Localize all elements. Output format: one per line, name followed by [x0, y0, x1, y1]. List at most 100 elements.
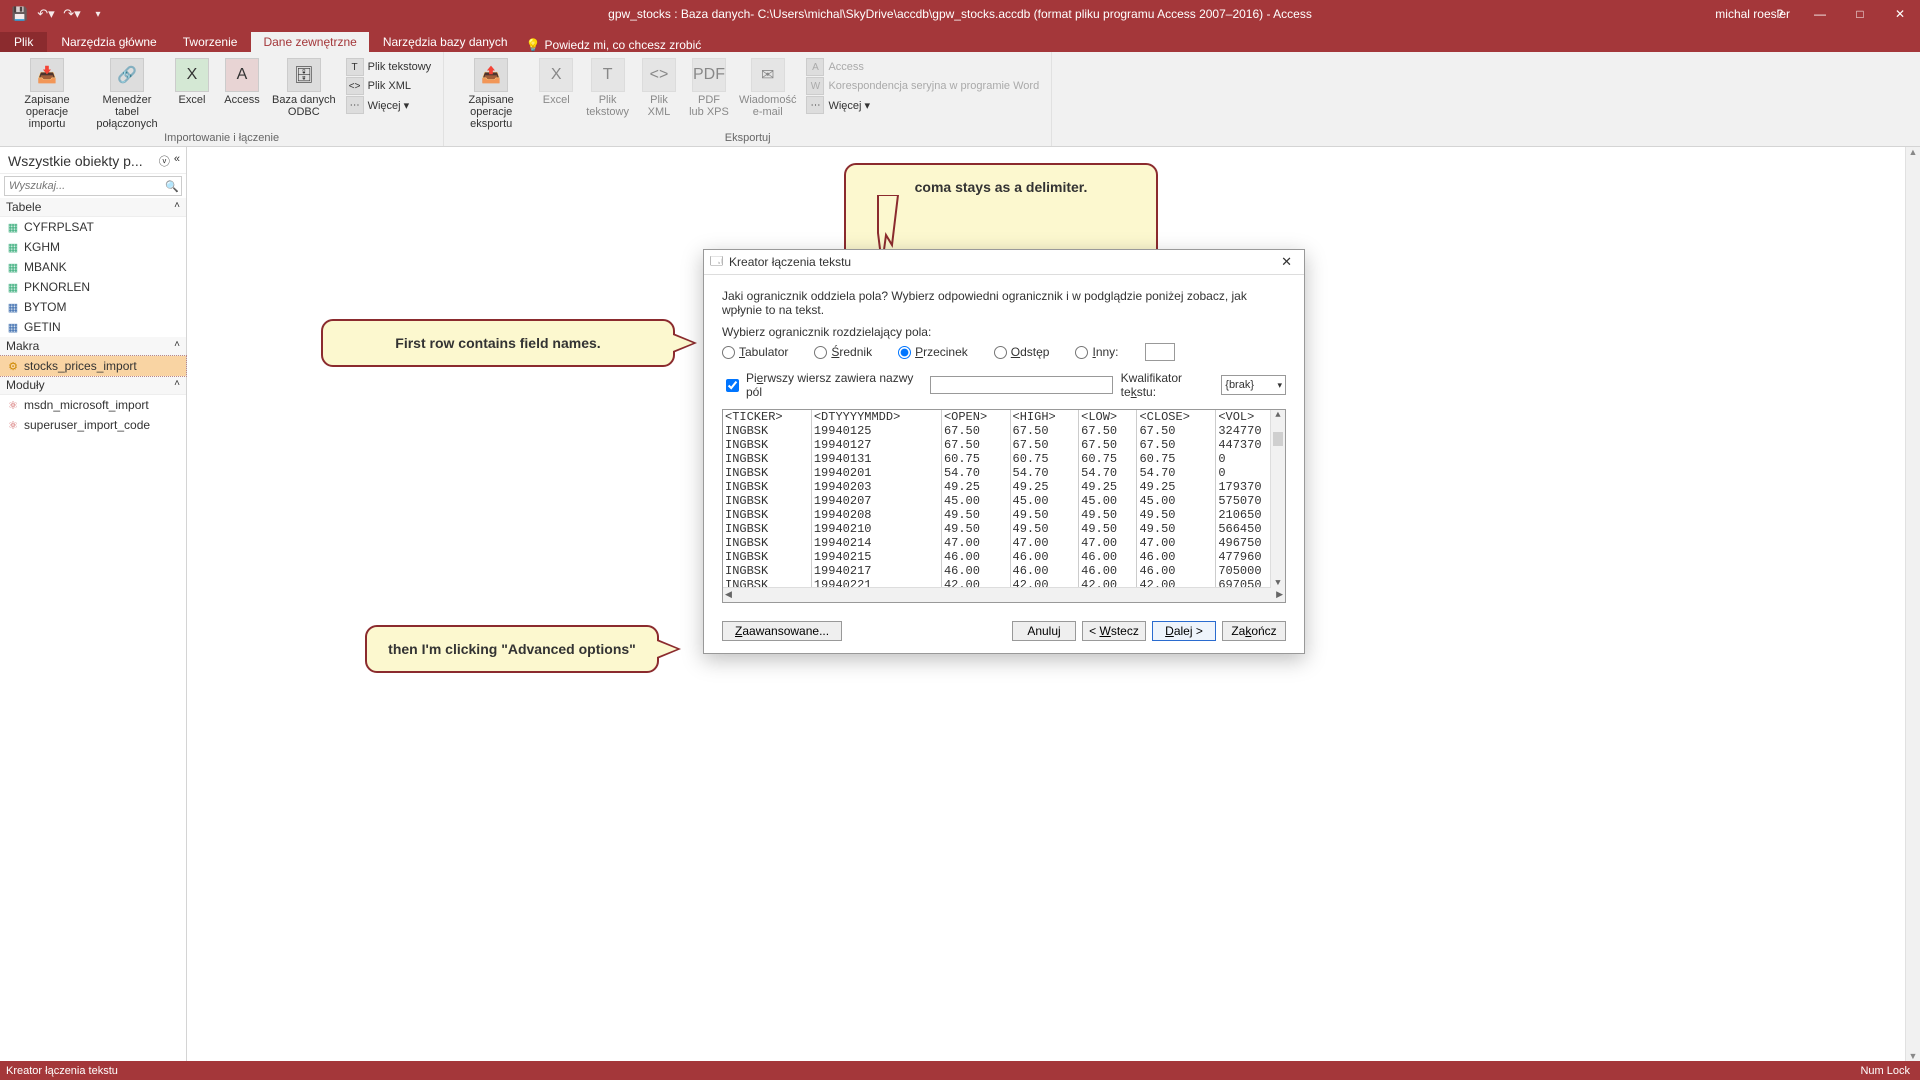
nav-module-item[interactable]: ⚛msdn_microsoft_import — [0, 395, 186, 415]
firstrow-textbox[interactable] — [930, 376, 1112, 394]
back-button[interactable]: < Wstecz — [1082, 621, 1146, 641]
linked-table-manager-button[interactable]: 🔗Menedżer tabel połączonych — [88, 56, 166, 144]
grid-cell: 47.00 — [1079, 536, 1137, 550]
export-xml-button[interactable]: <>Plik XML — [635, 56, 683, 144]
nav-table-item[interactable]: ▦MBANK — [0, 257, 186, 277]
nav-search[interactable]: 🔍 — [4, 176, 182, 196]
nav-group-modules[interactable]: Moduły˄ — [0, 376, 186, 395]
cancel-button[interactable]: Anuluj — [1012, 621, 1076, 641]
radio-tab[interactable]: Tabulator — [722, 345, 788, 359]
export-wordmerge-button: WKorespondencja seryjna w programie Word — [806, 77, 1039, 95]
dialog-close-button[interactable]: ✕ — [1275, 254, 1298, 270]
grid-cell: INGBSK — [723, 424, 811, 438]
tab-file[interactable]: Plik — [0, 32, 47, 52]
dialog-question: Jaki ogranicznik oddziela pola? Wybierz … — [722, 289, 1286, 317]
import-access-button[interactable]: AAccess — [218, 56, 266, 144]
maximize-icon[interactable]: □ — [1840, 0, 1880, 28]
nav-table-item[interactable]: ▦CYFRPLSAT — [0, 217, 186, 237]
tab-home[interactable]: Narzędzia główne — [49, 32, 168, 52]
qat-customize-icon[interactable]: ▾ — [86, 2, 110, 26]
grid-cell: 49.25 — [941, 480, 1010, 494]
undo-icon[interactable]: ↶▾ — [34, 2, 58, 26]
nav-search-input[interactable] — [5, 179, 163, 193]
import-excel-button[interactable]: XExcel — [168, 56, 216, 144]
nav-table-item[interactable]: ▦KGHM — [0, 237, 186, 257]
import-more-label: Więcej ▾ — [368, 99, 410, 112]
nav-group-tables-label: Tabele — [6, 200, 41, 214]
text-link-wizard-dialog: 🗔Kreator łączenia tekstu ✕ Jaki ogranicz… — [703, 249, 1305, 654]
first-row-header-checkbox[interactable]: Pierwszy wiersz zawiera nazwy pól — [722, 371, 922, 399]
search-icon[interactable]: 🔍 — [163, 180, 181, 193]
grid-cell: 49.50 — [1010, 508, 1079, 522]
grid-cell: INGBSK — [723, 550, 811, 564]
redo-icon[interactable]: ↷▾ — [60, 2, 84, 26]
import-xml-button[interactable]: <>Plik XML — [346, 77, 432, 95]
radio-space[interactable]: Odstęp — [994, 345, 1050, 359]
nav-table-item[interactable]: ▦GETIN — [0, 317, 186, 337]
vertical-scrollbar[interactable]: ▲▼ — [1905, 147, 1920, 1061]
other-delimiter-input[interactable] — [1145, 343, 1175, 361]
advanced-button[interactable]: Zaawansowane... — [722, 621, 842, 641]
nav-table-item[interactable]: ▦BYTOM — [0, 297, 186, 317]
saved-exports-button[interactable]: 📤Zapisane operacje eksportu — [452, 56, 530, 144]
module-icon: ⚛ — [6, 418, 20, 432]
callout-advanced-text: then I'm clicking "Advanced options" — [388, 641, 636, 657]
macro-icon: ⚙ — [6, 359, 20, 373]
tab-create[interactable]: Tworzenie — [171, 32, 250, 52]
grid-hscrollbar[interactable]: ◀▶ — [723, 587, 1285, 602]
text-qualifier-combo[interactable]: {brak}▾ — [1221, 375, 1286, 395]
grid-header-cell: <DTYYYYMMDD> — [811, 410, 941, 424]
xml-icon: <> — [346, 77, 364, 95]
grid-cell: 46.00 — [941, 564, 1010, 578]
more-icon: ⋯ — [806, 96, 824, 114]
next-button[interactable]: Dalej > — [1152, 621, 1216, 641]
nav-collapse-icon[interactable]: « — [174, 153, 180, 169]
nav-module-item[interactable]: ⚛superuser_import_code — [0, 415, 186, 435]
export-wordmerge-label: Korespondencja seryjna w programie Word — [828, 80, 1039, 92]
nav-group-tables[interactable]: Tabele˄ — [0, 198, 186, 217]
nav-dropdown-icon[interactable]: ⓥ — [159, 153, 170, 169]
import-textfile-button[interactable]: TPlik tekstowy — [346, 58, 432, 76]
tab-external-data[interactable]: Dane zewnętrzne — [251, 32, 368, 52]
export-email-button[interactable]: ✉Wiadomość e-mail — [735, 56, 800, 144]
close-icon[interactable]: ✕ — [1880, 0, 1920, 28]
nav-macro-item[interactable]: ⚙stocks_prices_import — [0, 356, 186, 376]
nav-table-item[interactable]: ▦PKNORLEN — [0, 277, 186, 297]
import-more-button[interactable]: ⋯Więcej ▾ — [346, 96, 432, 114]
table-icon: ▦ — [6, 240, 20, 254]
dialog-titlebar: 🗔Kreator łączenia tekstu ✕ — [704, 250, 1304, 275]
nav-header[interactable]: Wszystkie obiekty p... ⓥ« — [0, 147, 186, 174]
tab-db-tools[interactable]: Narzędzia bazy danych — [371, 32, 520, 52]
grid-cell: 67.50 — [1010, 438, 1079, 452]
grid-cell: 60.75 — [941, 452, 1010, 466]
tell-me-search[interactable]: 💡Powiedz mi, co chcesz zrobić — [526, 38, 702, 52]
radio-other[interactable]: Inny: — [1075, 345, 1118, 359]
finish-button[interactable]: Zakończ — [1222, 621, 1286, 641]
import-odbc-button[interactable]: 🗄Baza danych ODBC — [268, 56, 340, 144]
ribbon-group-export: 📤Zapisane operacje eksportu XExcel TPlik… — [444, 52, 1052, 146]
minimize-icon[interactable]: — — [1800, 0, 1840, 28]
grid-cell: 47.00 — [1010, 536, 1079, 550]
textfile-icon: T — [346, 58, 364, 76]
statusbar: Kreator łączenia tekstu Num Lock — [0, 1061, 1920, 1080]
grid-cell: 46.00 — [1137, 564, 1216, 578]
status-left: Kreator łączenia tekstu — [0, 1065, 1860, 1077]
export-text-button[interactable]: TPlik tekstowy — [582, 56, 633, 144]
save-icon[interactable]: 💾 — [8, 2, 32, 26]
help-icon[interactable]: ? — [1760, 0, 1800, 28]
saved-imports-button[interactable]: 📥Zapisane operacje importu — [8, 56, 86, 144]
radio-comma[interactable]: Przecinek — [898, 345, 968, 359]
radio-semicolon[interactable]: Średnik — [814, 345, 872, 359]
grid-cell: 67.50 — [1010, 424, 1079, 438]
grid-cell: INGBSK — [723, 438, 811, 452]
export-more-button[interactable]: ⋯Więcej ▾ — [806, 96, 1039, 114]
export-excel-button[interactable]: XExcel — [532, 56, 580, 144]
saved-imports-icon: 📥 — [30, 58, 64, 92]
grid-cell: 46.00 — [1137, 550, 1216, 564]
export-access-label: Access — [828, 61, 863, 73]
nav-group-macros[interactable]: Makra˄ — [0, 337, 186, 356]
grid-vscrollbar[interactable]: ▲▼ — [1270, 410, 1285, 588]
grid-row: INGBSK1994020849.5049.5049.5049.50210650 — [723, 508, 1285, 522]
export-pdf-button[interactable]: PDFPDF lub XPS — [685, 56, 733, 144]
tell-me-label: Powiedz mi, co chcesz zrobić — [545, 38, 702, 52]
